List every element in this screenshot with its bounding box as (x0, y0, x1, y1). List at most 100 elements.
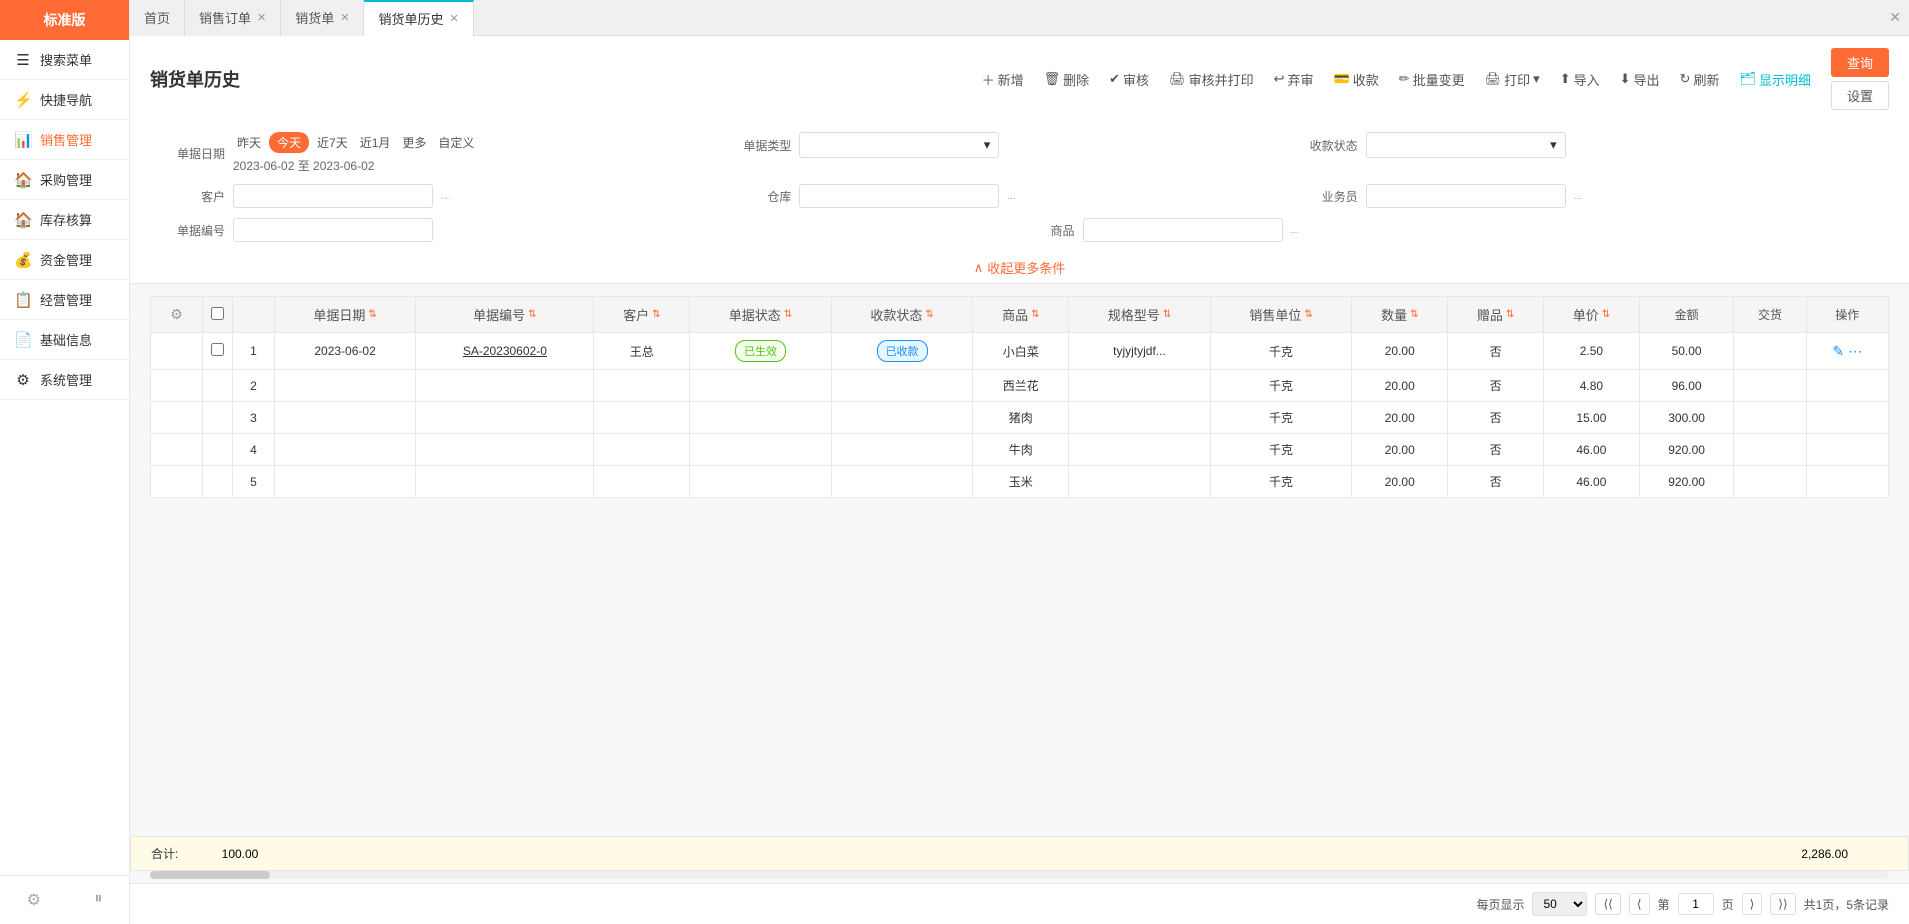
customer-dots[interactable]: ... (441, 191, 449, 202)
new-icon: ＋ (982, 70, 995, 89)
row-doc-no[interactable]: SA-20230602-0 (416, 333, 594, 370)
col-checkbox[interactable] (203, 297, 233, 333)
bottom-setting-icon[interactable]: ⚙ (21, 884, 47, 916)
sidebar-item-quicknav[interactable]: ⚡ 快捷导航 (0, 80, 129, 120)
tab-sales-history[interactable]: 销货单历史 ✕ (364, 0, 473, 36)
col-goods[interactable]: 商品⇅ (973, 297, 1069, 333)
row-checkbox[interactable] (211, 343, 224, 356)
doctype-select[interactable]: ▾ (799, 132, 999, 158)
refresh-button[interactable]: ↻ 刷新 (1672, 66, 1728, 93)
first-page-button[interactable]: ⟨⟨ (1595, 893, 1620, 915)
col-doc-no[interactable]: 单据编号⇅ (416, 297, 594, 333)
main-area: 首页 销售订单 ✕ 销货单 ✕ 销货单历史 ✕ ✕ 销货单历史 ＋ (130, 0, 1909, 924)
page-title: 销货单历史 (150, 66, 240, 92)
col-price[interactable]: 单价⇅ (1543, 297, 1639, 333)
salesperson-dots[interactable]: ... (1574, 191, 1582, 202)
page-size-select[interactable]: 50 100 200 (1532, 892, 1587, 916)
row-trade (1734, 434, 1806, 466)
row-trade (1734, 333, 1806, 370)
row-doc-no[interactable] (416, 370, 594, 402)
customer-input[interactable] (233, 184, 433, 208)
audit-print-button[interactable]: 🖨 审核并打印 (1161, 66, 1262, 93)
col-doc-status[interactable]: 单据状态⇅ (690, 297, 832, 333)
row-unit: 千克 (1210, 333, 1352, 370)
row-trade (1734, 466, 1806, 498)
tab-sales-order-close[interactable]: ✕ (257, 11, 266, 24)
date-btn-1month[interactable]: 近1月 (356, 132, 395, 153)
warehouse-input[interactable] (799, 184, 999, 208)
col-doc-date[interactable]: 单据日期⇅ (274, 297, 416, 333)
show-detail-button[interactable]: 🗂 显示明细 (1731, 66, 1819, 93)
tab-sales-goods[interactable]: 销货单 ✕ (281, 0, 364, 36)
goods-dots[interactable]: ... (1291, 225, 1299, 236)
date-btn-yesterday[interactable]: 昨天 (233, 132, 265, 153)
col-settings[interactable]: ⚙ (151, 297, 203, 333)
sidebar-item-sales[interactable]: 📊 销售管理 (0, 120, 129, 160)
col-unit[interactable]: 销售单位⇅ (1210, 297, 1352, 333)
date-btn-more[interactable]: 更多 (398, 132, 430, 153)
import-button[interactable]: ⬆ 导入 (1552, 66, 1608, 93)
tab-bar: 首页 销售订单 ✕ 销货单 ✕ 销货单历史 ✕ ✕ (130, 0, 1909, 36)
batch-change-button[interactable]: ✏ 批量变更 (1391, 66, 1473, 93)
sidebar-item-operations[interactable]: 📋 经营管理 (0, 280, 129, 320)
row-doc-no[interactable] (416, 466, 594, 498)
date-btn-today[interactable]: 今天 (269, 132, 309, 153)
row-num: 3 (233, 402, 275, 434)
new-button[interactable]: ＋ 新增 (974, 66, 1032, 93)
price-sort-icon: ⇅ (1602, 309, 1610, 320)
date-filter-label: 单据日期 (170, 145, 225, 162)
collect-button[interactable]: 💳 收款 (1326, 66, 1387, 93)
col-customer[interactable]: 客户⇅ (594, 297, 690, 333)
next-page-button[interactable]: ⟩ (1742, 893, 1763, 915)
export-button[interactable]: ⬇ 导出 (1612, 66, 1668, 93)
tab-sales-goods-close[interactable]: ✕ (340, 11, 349, 24)
audit-button[interactable]: ✔ 审核 (1101, 66, 1157, 93)
sidebar-bottom: ⚙ ⏸ (0, 875, 129, 924)
last-page-button[interactable]: ⟩⟩ (1770, 893, 1795, 915)
more-icon[interactable]: ⋯ (1848, 343, 1862, 360)
delete-button[interactable]: 🗑 删除 (1036, 66, 1098, 93)
select-all-checkbox[interactable] (211, 307, 224, 320)
collapse-button[interactable]: ∧ 收起更多条件 (170, 252, 1869, 283)
sidebar-item-system[interactable]: ⚙ 系统管理 (0, 360, 129, 400)
horizontal-scrollbar[interactable] (150, 871, 1889, 879)
table-settings-icon[interactable]: ⚙ (170, 306, 183, 322)
row-doc-no[interactable] (416, 402, 594, 434)
prev-page-button[interactable]: ⟨ (1629, 893, 1650, 915)
sidebar-item-inventory[interactable]: 🏠 库存核算 (0, 200, 129, 240)
setting-button[interactable]: 设置 (1831, 81, 1889, 110)
window-close-icon[interactable]: ✕ (1889, 9, 1901, 26)
tab-sales-order[interactable]: 销售订单 ✕ (185, 0, 281, 36)
sidebar-item-search[interactable]: ☰ 搜索菜单 (0, 40, 129, 80)
sidebar-item-basicinfo[interactable]: 📄 基础信息 (0, 320, 129, 360)
col-spec[interactable]: 规格型号⇅ (1069, 297, 1211, 333)
page-input[interactable] (1678, 893, 1714, 915)
warehouse-dots[interactable]: ... (1007, 191, 1015, 202)
collect-icon: 💳 (1334, 71, 1350, 87)
sidebar-item-finance[interactable]: 💰 资金管理 (0, 240, 129, 280)
row-customer (594, 466, 690, 498)
payment-status-select[interactable]: ▾ (1366, 132, 1566, 158)
print-button[interactable]: 🖨 打印 ▾ (1477, 66, 1548, 93)
tab-sales-history-close[interactable]: ✕ (450, 12, 459, 25)
date-btn-custom[interactable]: 自定义 (434, 132, 478, 153)
salesperson-input[interactable] (1366, 184, 1566, 208)
purchase-icon: 🏠 (14, 171, 32, 189)
col-qty[interactable]: 数量⇅ (1352, 297, 1448, 333)
bottom-pause-icon[interactable]: ⏸ (88, 884, 108, 916)
goods-input[interactable] (1083, 218, 1283, 242)
col-gift[interactable]: 赠品⇅ (1448, 297, 1544, 333)
row-doc-no[interactable] (416, 434, 594, 466)
edit-icon[interactable]: ✎ (1832, 343, 1844, 360)
discard-button[interactable]: ↩ 弃审 (1266, 66, 1322, 93)
date-btn-7days[interactable]: 近7天 (313, 132, 352, 153)
col-payment-status[interactable]: 收款状态⇅ (831, 297, 973, 333)
tab-home[interactable]: 首页 (130, 0, 185, 36)
sidebar-item-purchase[interactable]: 🏠 采购管理 (0, 160, 129, 200)
query-button[interactable]: 查询 (1831, 48, 1889, 77)
filter-group-docno: 单据编号 (170, 218, 1020, 242)
docno-input[interactable] (233, 218, 433, 242)
scrollbar-thumb[interactable] (150, 871, 270, 879)
row-doc-date (274, 370, 416, 402)
filter-row-2: 客户 ... 仓库 ... 业务员 ... (170, 184, 1869, 208)
